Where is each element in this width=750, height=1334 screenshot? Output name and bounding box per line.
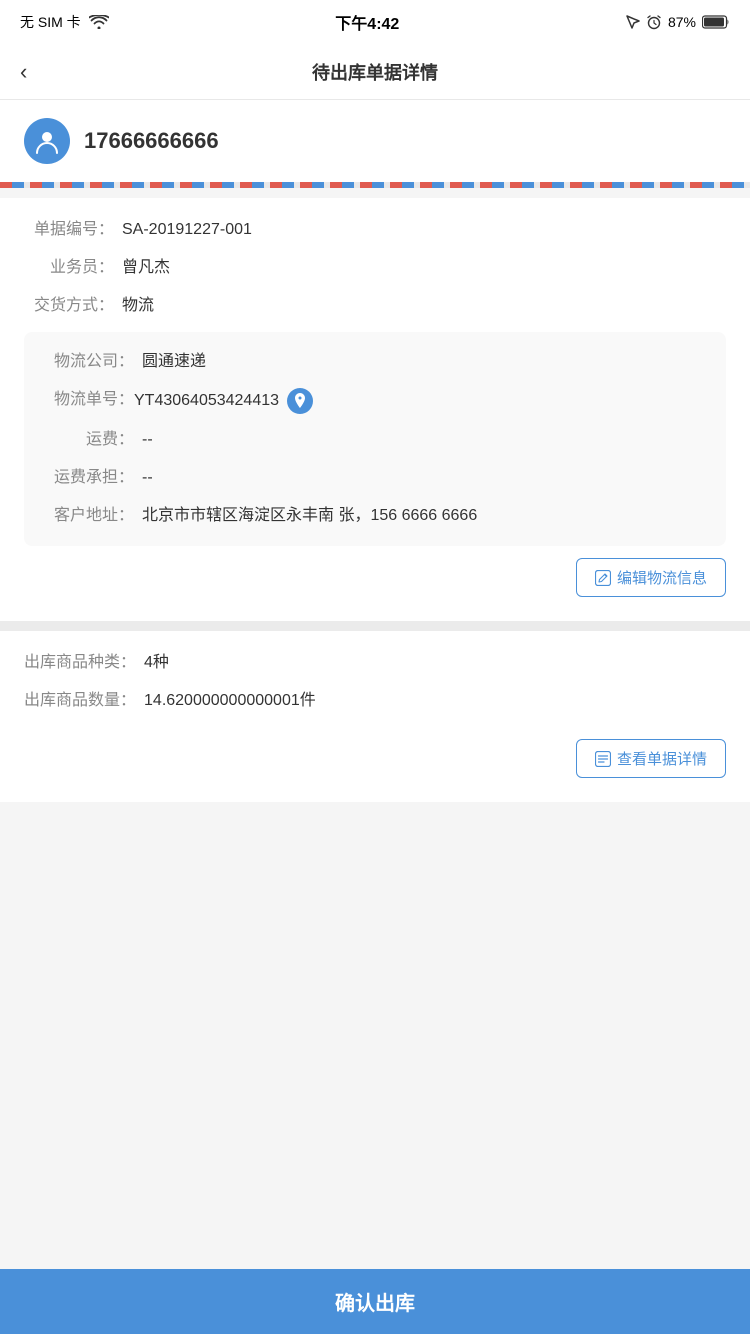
confirm-outbound-button[interactable]: 确认出库	[335, 1287, 415, 1316]
spacer	[0, 802, 750, 1002]
carrier-text: 无 SIM 卡	[20, 12, 81, 32]
confirm-btn-wrap: 确认出库	[0, 1269, 750, 1334]
view-btn-row: 查看单据详情	[24, 727, 726, 782]
goods-types-value: 4种	[144, 651, 726, 675]
battery-text: 87%	[668, 14, 696, 30]
salesman-label: 业务员：	[24, 256, 114, 280]
wifi-icon	[89, 15, 109, 29]
edit-logistics-button[interactable]: 编辑物流信息	[576, 558, 726, 597]
battery-icon	[702, 15, 730, 29]
customer-phone: 17666666666	[84, 128, 219, 154]
status-bar: 无 SIM 卡 下午4:42 87%	[0, 0, 750, 44]
goods-section: 出库商品种类： 4种 出库商品数量： 14.620000000000001件 查…	[0, 631, 750, 802]
goods-quantity-label: 出库商品数量：	[24, 689, 136, 713]
avatar	[24, 118, 70, 164]
edit-btn-row: 编辑物流信息	[24, 546, 726, 601]
logistics-company-value: 圆通速递	[142, 350, 706, 374]
logistics-card: 物流公司： 圆通速递 物流单号： YT43064053424413 运费： --	[24, 332, 726, 546]
page-title: 待出库单据详情	[312, 59, 438, 85]
goods-quantity-value: 14.620000000000001件	[144, 689, 726, 713]
edit-icon	[595, 570, 611, 586]
location-arrow-icon	[626, 15, 640, 29]
delivery-value: 物流	[122, 294, 726, 318]
main-content: 17666666666 单据编号： SA-20191227-001 业务员： 曾…	[0, 100, 750, 1082]
freight-bear-row: 运费承担： --	[44, 466, 706, 490]
logistics-tracking-label: 物流单号：	[44, 388, 134, 412]
status-left: 无 SIM 卡	[20, 12, 109, 32]
section-divider	[0, 621, 750, 631]
dashed-divider	[0, 182, 750, 188]
person-icon	[33, 127, 61, 155]
customer-header: 17666666666	[0, 100, 750, 182]
view-detail-button[interactable]: 查看单据详情	[576, 739, 726, 778]
edit-btn-label: 编辑物流信息	[617, 567, 707, 588]
order-info-section: 单据编号： SA-20191227-001 业务员： 曾凡杰 交货方式： 物流 …	[0, 198, 750, 621]
nav-bar: ‹ 待出库单据详情	[0, 44, 750, 100]
document-label: 单据编号：	[24, 218, 114, 242]
tracking-row: YT43064053424413	[134, 388, 313, 414]
document-row: 单据编号： SA-20191227-001	[24, 218, 726, 242]
list-icon	[595, 751, 611, 767]
logistics-tracking-value: YT43064053424413	[134, 389, 279, 413]
address-label: 客户地址：	[44, 504, 134, 528]
goods-quantity-row: 出库商品数量： 14.620000000000001件	[24, 689, 726, 713]
logistics-company-row: 物流公司： 圆通速递	[44, 350, 706, 374]
delivery-label: 交货方式：	[24, 294, 114, 318]
view-btn-label: 查看单据详情	[617, 748, 707, 769]
delivery-row: 交货方式： 物流	[24, 294, 726, 318]
goods-types-label: 出库商品种类：	[24, 651, 136, 675]
logistics-tracking-row: 物流单号： YT43064053424413	[44, 388, 706, 414]
location-pin-icon[interactable]	[287, 388, 313, 414]
address-value: 北京市市辖区海淀区永丰南 张，156 6666 6666	[142, 504, 706, 528]
address-row: 客户地址： 北京市市辖区海淀区永丰南 张，156 6666 6666	[44, 504, 706, 528]
logistics-company-label: 物流公司：	[44, 350, 134, 374]
goods-types-row: 出库商品种类： 4种	[24, 651, 726, 675]
freight-value: --	[142, 428, 706, 452]
freight-label: 运费：	[44, 428, 134, 452]
freight-bear-value: --	[142, 466, 706, 490]
status-time: 下午4:42	[335, 10, 399, 34]
freight-bear-label: 运费承担：	[44, 466, 134, 490]
freight-row: 运费： --	[44, 428, 706, 452]
salesman-row: 业务员： 曾凡杰	[24, 256, 726, 280]
alarm-icon	[646, 14, 662, 30]
document-value: SA-20191227-001	[122, 218, 726, 242]
status-right: 87%	[626, 14, 730, 30]
salesman-value: 曾凡杰	[122, 256, 726, 280]
back-button[interactable]: ‹	[20, 59, 27, 85]
